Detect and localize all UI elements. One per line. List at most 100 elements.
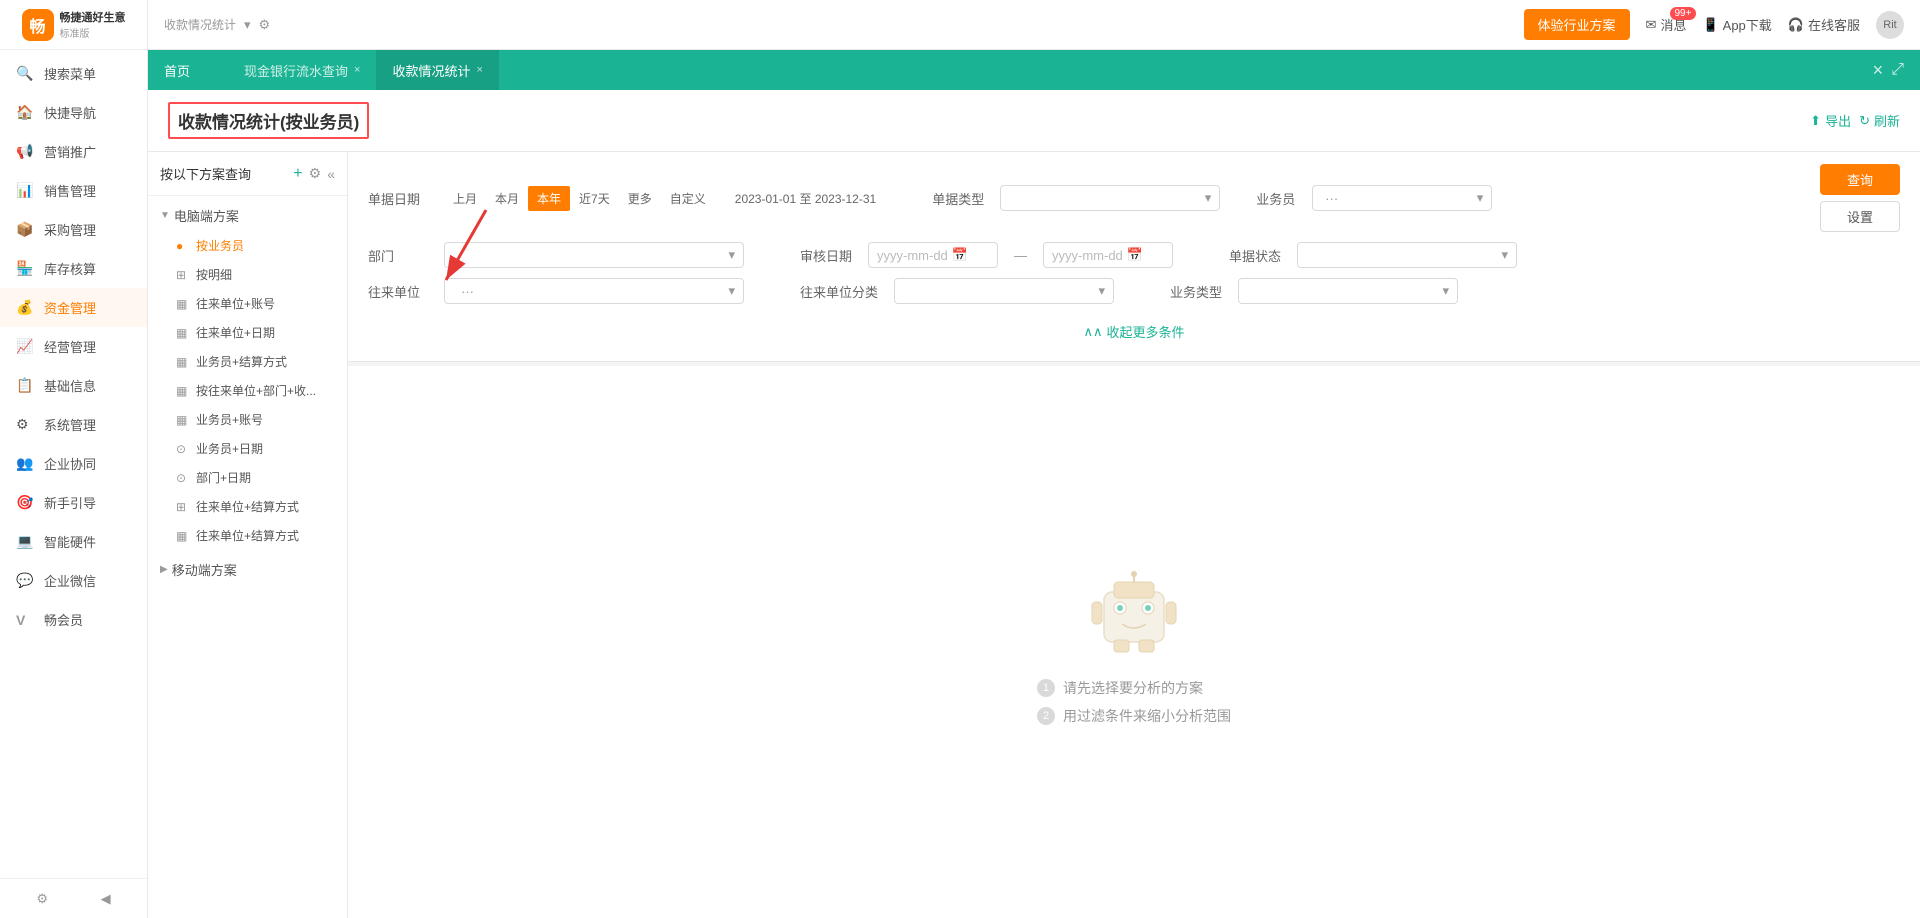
sidebar-item-hardware[interactable]: 💻 智能硬件 [0,522,147,561]
scheme-item-dept-date[interactable]: ⊙ 部门+日期 [148,463,347,492]
tabs-right-actions: × ⤢ [1873,50,1920,90]
date-tab-last-month[interactable]: 上月 [444,186,486,211]
salesman-select[interactable]: ··· ▾ [1312,185,1492,211]
phone-icon: 📱 [1702,17,1718,33]
sidebar-item-member[interactable]: V 畅会员 [0,600,147,639]
scheme-item-by-salesman[interactable]: ● 按业务员 [148,231,347,260]
step-1-text: 请先选择要分析的方案 [1063,678,1203,698]
sidebar-item-quick-nav[interactable]: 🏠 快捷导航 [0,93,147,132]
logo-title: 畅捷通好生意 [60,9,126,25]
partner-category-select[interactable]: ▾ [894,278,1114,304]
scheme-item-partner-date[interactable]: ▦ 往来单位+日期 [148,318,347,347]
sidebar-item-inventory[interactable]: 🏪 库存核算 [0,249,147,288]
partner-select[interactable]: ··· ▾ [444,278,744,304]
filter-row-2: 部门 ▾ 审核日期 yyyy-mm-dd 📅 — yyyy-mm-dd 📅 [368,242,1900,268]
sidebar-item-finance[interactable]: 💰 资金管理 [0,288,147,327]
date-tab-more[interactable]: 更多 [619,186,661,211]
sidebar-item-search[interactable]: 🔍 搜索菜单 [0,54,147,93]
user-name: Rit [1883,19,1896,31]
salesman-more-dots[interactable]: ··· [1325,191,1338,206]
sidebar-item-marketing[interactable]: 📢 营销推广 [0,132,147,171]
scheme-item-by-detail[interactable]: ⊞ 按明细 [148,260,347,289]
biz-type-select[interactable]: ▾ [1238,278,1458,304]
user-avatar[interactable]: Rit [1876,11,1904,39]
scheme-item-partner-payment2[interactable]: ▦ 往来单位+结算方式 [148,521,347,550]
close-all-tabs-icon[interactable]: × [1873,60,1884,81]
trial-button[interactable]: 体验行业方案 [1524,9,1630,40]
collapse-more-button[interactable]: ∧∧ 收起更多条件 [368,314,1900,349]
mobile-scheme-group-header[interactable]: ▶ 移动端方案 [148,554,347,585]
sidebar-item-system[interactable]: ⚙ 系统管理 [0,405,147,444]
topbar-right: 体验行业方案 ✉ 消息 99+ 📱 App下载 🎧 在线客服 Rit [1524,9,1904,40]
dept-select[interactable]: ▾ [444,242,744,268]
online-service-button[interactable]: 🎧 在线客服 [1788,15,1860,34]
refresh-button[interactable]: ↻ 刷新 [1859,111,1900,130]
action-buttons: 查询 设置 [1820,164,1900,232]
message-badge: 99+ [1670,7,1697,20]
logo-text-block: 畅捷通好生意 标准版 [60,9,126,40]
sidebar-item-wechat[interactable]: 💬 企业微信 [0,561,147,600]
scheme-item-label-salesman-account: 业务员+账号 [196,411,263,428]
empty-step-2: 2 用过滤条件来缩小分析范围 [1037,706,1231,726]
doc-type-select[interactable]: ▾ [1000,185,1220,211]
tab-bank-flow-close[interactable]: × [354,64,360,76]
sidebar-item-collab[interactable]: 👥 企业协同 [0,444,147,483]
sidebar-navigation: 🔍 搜索菜单 🏠 快捷导航 📢 营销推广 📊 销售管理 📦 采购管理 🏪 库存核… [0,50,147,878]
scheme-item-partner-payment1[interactable]: ⊞ 往来单位+结算方式 [148,492,347,521]
export-button[interactable]: ⬆ 导出 [1810,111,1851,130]
sidebar-item-purchase[interactable]: 📦 采购管理 [0,210,147,249]
topbar: 收款情况统计 ▾ ⚙ 体验行业方案 ✉ 消息 99+ 📱 App下载 🎧 在线客… [148,0,1920,50]
salesman-payment-icon: ▦ [176,355,190,369]
sidebar-item-guide[interactable]: 🎯 新手引导 [0,483,147,522]
sidebar-item-operations[interactable]: 📈 经营管理 [0,327,147,366]
add-scheme-button[interactable]: + [293,165,302,183]
partner-category-chevron: ▾ [1098,283,1105,299]
date-tab-this-year[interactable]: 本年 [528,186,570,211]
tab-collection-stats[interactable]: 收款情况统计 × [376,50,498,90]
tab-collection-stats-close[interactable]: × [476,64,482,76]
sidebar-label-wechat: 企业微信 [44,571,96,590]
scheme-item-salesman-date[interactable]: ⊙ 业务员+日期 [148,434,347,463]
topbar-settings-icon[interactable]: ⚙ [259,17,271,33]
detail-scheme-icon: ⊞ [176,268,190,282]
partner-date-icon: ▦ [176,326,190,340]
doc-status-label: 单据状态 [1229,246,1281,265]
messages-button[interactable]: ✉ 消息 99+ [1646,15,1687,34]
scheme-item-partner-dept[interactable]: ▦ 按往来单位+部门+收... [148,376,347,405]
app-download-button[interactable]: 📱 App下载 [1702,15,1771,34]
scheme-settings-icon[interactable]: ⚙ [309,165,322,182]
footer-settings-icon[interactable]: ⚙ [36,891,48,907]
finance-icon: 💰 [16,299,36,316]
scheme-item-salesman-account[interactable]: ▦ 业务员+账号 [148,405,347,434]
date-tab-this-month[interactable]: 本月 [486,186,528,211]
date-tab-custom[interactable]: 自定义 [661,186,715,211]
biz-type-label: 业务类型 [1170,282,1222,301]
partner-more-dots[interactable]: ··· [461,284,474,299]
sidebar-item-sales[interactable]: 📊 销售管理 [0,171,147,210]
tab-bank-flow[interactable]: 现金银行流水查询 × [228,50,376,90]
review-date-end[interactable]: yyyy-mm-dd 📅 [1043,242,1173,268]
mobile-scheme-group: ▶ 移动端方案 [148,554,347,585]
scheme-collapse-icon[interactable]: « [327,166,335,182]
scheme-item-salesman-payment[interactable]: ▦ 业务员+结算方式 [148,347,347,376]
footer-collapse-icon[interactable]: ◀ [101,891,111,907]
query-button[interactable]: 查询 [1820,164,1900,195]
partner-account-icon: ▦ [176,297,190,311]
calendar-icon-start: 📅 [952,247,968,263]
sidebar-label-quick-nav: 快捷导航 [44,103,96,122]
doc-status-select[interactable]: ▾ [1297,242,1517,268]
expand-icon[interactable]: ⤢ [1891,61,1904,79]
sidebar-label-sales: 销售管理 [44,181,96,200]
date-tabs: 上月 本月 本年 近7天 更多 自定义 [444,186,715,211]
pc-scheme-group-header[interactable]: ▼ 电脑端方案 [148,200,347,231]
tab-home[interactable]: 首页 [148,50,228,90]
settings-button[interactable]: 设置 [1820,201,1900,232]
partner-payment1-icon: ⊞ [176,500,190,514]
date-tab-7days[interactable]: 近7天 [570,186,619,211]
empty-state-steps: 1 请先选择要分析的方案 2 用过滤条件来缩小分析范围 [1037,678,1231,734]
scheme-item-partner-account[interactable]: ▦ 往来单位+账号 [148,289,347,318]
review-date-start[interactable]: yyyy-mm-dd 📅 [868,242,998,268]
sidebar-item-base-info[interactable]: 📋 基础信息 [0,366,147,405]
review-start-placeholder: yyyy-mm-dd [877,248,948,263]
sidebar-label-purchase: 采购管理 [44,220,96,239]
